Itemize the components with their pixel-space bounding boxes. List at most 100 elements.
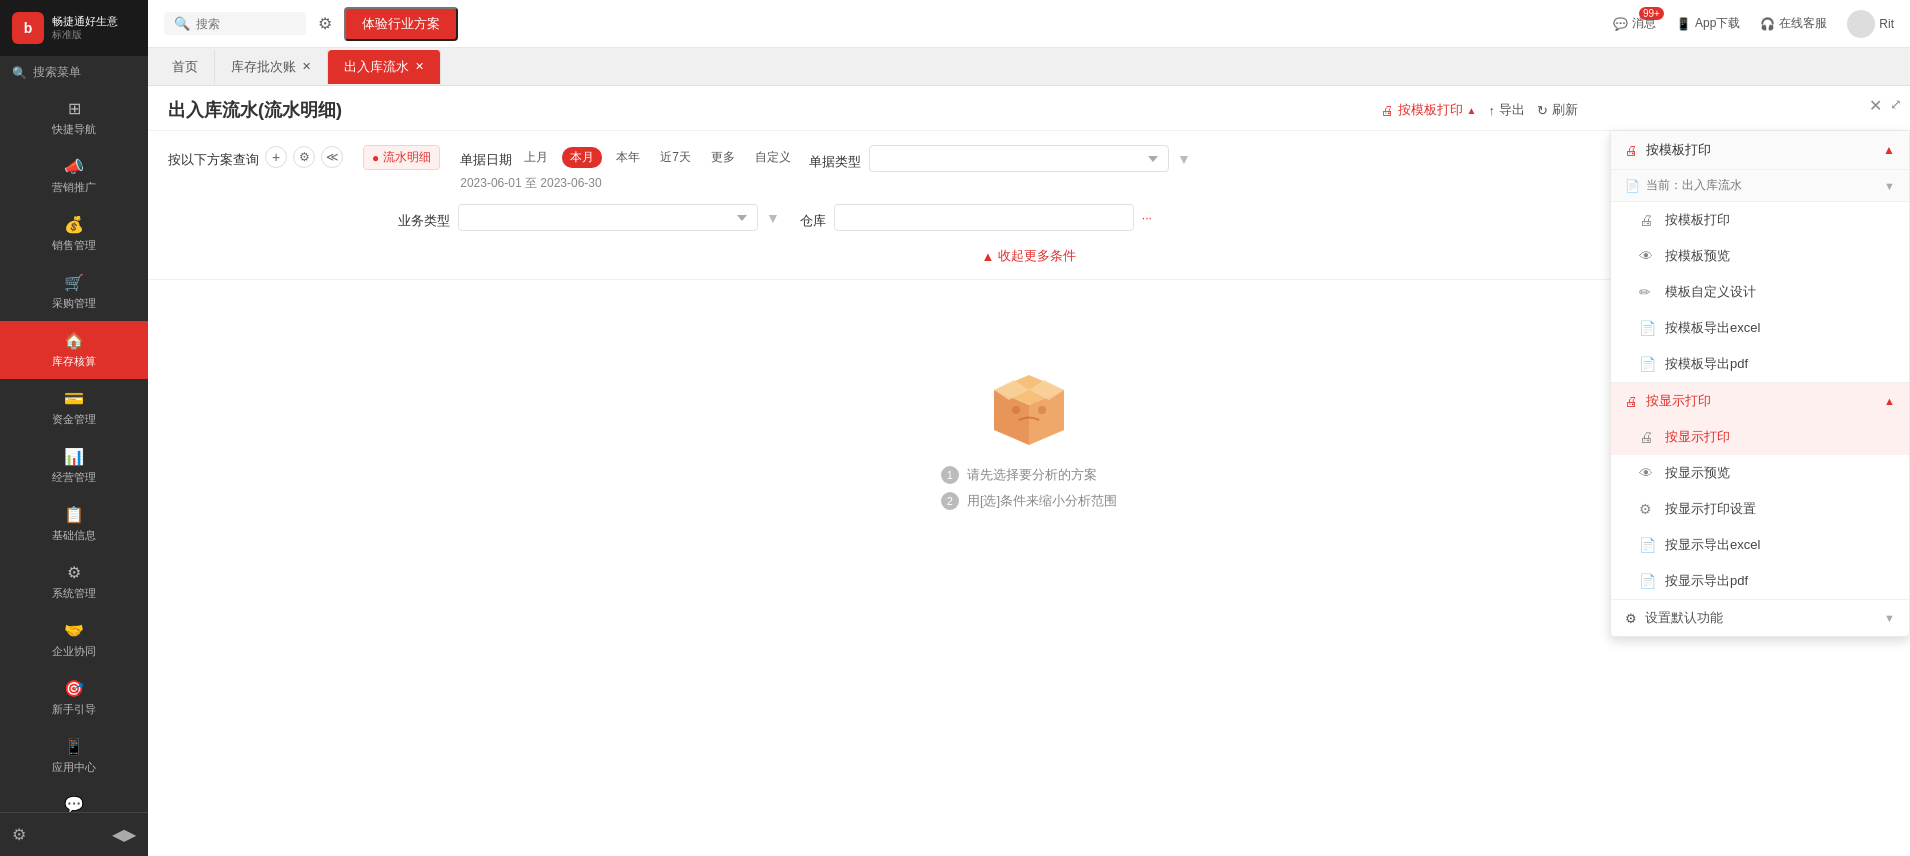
- svg-point-5: [1012, 406, 1020, 414]
- tab-inventory-batch[interactable]: 库存批次账 ✕: [215, 50, 328, 84]
- phone-icon: 📱: [1676, 17, 1691, 31]
- headset-icon: 🎧: [1760, 17, 1775, 31]
- display-preview-label: 按显示预览: [1665, 464, 1730, 482]
- footer-settings-icon: ⚙: [1625, 611, 1637, 626]
- app-download-label: App下载: [1695, 15, 1740, 32]
- sidebar-item-wechat[interactable]: 💬 企业微信: [0, 785, 148, 812]
- window-expand-icon[interactable]: ⤢: [1890, 96, 1902, 115]
- search-input[interactable]: [196, 17, 296, 31]
- date-tab-custom[interactable]: 自定义: [749, 147, 797, 168]
- current-section-icon: 📄: [1625, 179, 1640, 193]
- sidebar-item-purchase[interactable]: 🛒 采购管理: [0, 263, 148, 321]
- display-export-pdf-label: 按显示导出pdf: [1665, 572, 1748, 590]
- sidebar-item-inventory[interactable]: 🏠 库存核算: [0, 321, 148, 379]
- tab-home[interactable]: 首页: [156, 50, 215, 84]
- bill-type-more-icon[interactable]: ▼: [1177, 151, 1191, 167]
- sidebar-item-app-center[interactable]: 📱 应用中心: [0, 727, 148, 785]
- trial-button[interactable]: 体验行业方案: [344, 7, 458, 41]
- sidebar-item-guide[interactable]: 🎯 新手引导: [0, 669, 148, 727]
- warehouse-input[interactable]: [834, 204, 1134, 231]
- search-menu-item[interactable]: 🔍 搜索菜单: [0, 56, 148, 89]
- filter-settings-button[interactable]: ⚙: [293, 146, 315, 168]
- date-range: 2023-06-01 至 2023-06-30: [460, 175, 797, 192]
- sidebar-item-basic[interactable]: 📋 基础信息: [0, 495, 148, 553]
- biz-type-dropdown-icon: ▼: [766, 210, 780, 226]
- bill-type-filter: 单据类型 ▼: [809, 145, 1191, 172]
- top-header: 🔍 ⚙ 体验行业方案 💬 消息 99+ 📱 App下载 🎧 在线客服 Rit: [148, 0, 1910, 48]
- template-print-button[interactable]: 🖨 按模板打印 ▲: [1381, 101, 1477, 119]
- refresh-button[interactable]: ↻ 刷新: [1537, 101, 1578, 119]
- filter-collapse-button[interactable]: ≪: [321, 146, 343, 168]
- display-export-excel-label: 按显示导出excel: [1665, 536, 1760, 554]
- biz-type-select[interactable]: [458, 204, 758, 231]
- refresh-label: 刷新: [1552, 101, 1578, 119]
- header-search-bar[interactable]: 🔍: [164, 12, 306, 35]
- dropdown-display-section[interactable]: 🖨 按显示打印 ▲: [1611, 383, 1909, 419]
- sales-icon: 💰: [64, 215, 84, 234]
- dropdown-chevron-up-icon[interactable]: ▲: [1883, 143, 1895, 157]
- dropdown-item-display-print[interactable]: 🖨 按显示打印: [1611, 419, 1909, 455]
- dropdown-item-template-preview[interactable]: 👁 按模板预览: [1611, 238, 1909, 274]
- sidebar-item-finance[interactable]: 💳 资金管理: [0, 379, 148, 437]
- sidebar-item-system[interactable]: ⚙ 系统管理: [0, 553, 148, 611]
- tag-icon: ●: [372, 151, 379, 165]
- dropdown-item-display-preview[interactable]: 👁 按显示预览: [1611, 455, 1909, 491]
- dropdown-item-display-export-excel[interactable]: 📄 按显示导出excel: [1611, 527, 1909, 563]
- sidebar-item-operation[interactable]: 📊 经营管理: [0, 437, 148, 495]
- message-button[interactable]: 💬 消息 99+: [1613, 15, 1656, 32]
- dropdown-item-display-export-pdf[interactable]: 📄 按显示导出pdf: [1611, 563, 1909, 599]
- app-download-button[interactable]: 📱 App下载: [1676, 15, 1740, 32]
- message-icon: 💬: [1613, 17, 1628, 31]
- dropdown-footer-settings[interactable]: ⚙ 设置默认功能 ▼: [1611, 599, 1909, 636]
- dropdown-item-template-print[interactable]: 🖨 按模板打印: [1611, 202, 1909, 238]
- display-section-chevron-up: ▲: [1884, 395, 1895, 407]
- tip-1-text: 请先选择要分析的方案: [967, 466, 1097, 484]
- online-service-button[interactable]: 🎧 在线客服: [1760, 15, 1827, 32]
- collapse-filter-button[interactable]: ▲ 收起更多条件: [982, 247, 1077, 265]
- sidebar-item-quick-nav[interactable]: ⊞ 快捷导航: [0, 89, 148, 147]
- user-avatar-button[interactable]: Rit: [1847, 10, 1894, 38]
- filter-add-button[interactable]: +: [265, 146, 287, 168]
- sidebar-item-marketing[interactable]: 📣 营销推广: [0, 147, 148, 205]
- message-badge: 99+: [1639, 7, 1664, 20]
- collapse-sidebar-icon[interactable]: ◀▶: [112, 825, 136, 844]
- settings-gear-icon[interactable]: ⚙: [12, 825, 26, 844]
- sidebar-item-corp[interactable]: 🤝 企业协同: [0, 611, 148, 669]
- date-tab-this-month[interactable]: 本月: [562, 147, 602, 168]
- date-label: 单据日期: [460, 145, 512, 169]
- dropdown-item-template-export-excel[interactable]: 📄 按模板导出excel: [1611, 310, 1909, 346]
- in-out-flow-label: 出入库流水: [344, 58, 409, 76]
- display-pdf-icon: 📄: [1639, 573, 1655, 589]
- quick-nav-label: 快捷导航: [52, 122, 96, 137]
- tab-in-out-flow-close[interactable]: ✕: [415, 60, 424, 73]
- dropdown-item-template-export-pdf[interactable]: 📄 按模板导出pdf: [1611, 346, 1909, 382]
- warehouse-filter: 仓库 ···: [800, 204, 1152, 231]
- sidebar-bottom: ⚙ ◀▶: [0, 812, 148, 856]
- export-label: 导出: [1499, 101, 1525, 119]
- window-close-icon[interactable]: ✕: [1869, 96, 1882, 115]
- inventory-icon: 🏠: [64, 331, 84, 350]
- dropdown-item-display-print-settings[interactable]: ⚙ 按显示打印设置: [1611, 491, 1909, 527]
- template-print-icon: 🖨: [1639, 212, 1655, 228]
- sidebar-item-sales[interactable]: 💰 销售管理: [0, 205, 148, 263]
- search-icon: 🔍: [12, 66, 27, 80]
- gear-icon[interactable]: ⚙: [318, 14, 332, 33]
- dropdown-item-template-custom[interactable]: ✏ 模板自定义设计: [1611, 274, 1909, 310]
- date-tab-more[interactable]: 更多: [705, 147, 741, 168]
- home-tab-label: 首页: [172, 58, 198, 76]
- date-tabs: 上月 本月 本年 近7天 更多 自定义: [518, 147, 797, 168]
- filter-tag-flow[interactable]: ● 流水明细: [363, 145, 440, 170]
- warehouse-label: 仓库: [800, 206, 826, 230]
- page-area: 出入库流水(流水明细) 🖨 按模板打印 ▲ ↑ 导出 ↻ 刷新: [148, 86, 1910, 856]
- dropdown-header: 🖨 按模板打印 ▲: [1611, 131, 1909, 170]
- window-controls: ✕ ⤢: [1869, 96, 1902, 115]
- date-tab-last7[interactable]: 近7天: [654, 147, 697, 168]
- template-custom-label: 模板自定义设计: [1665, 283, 1756, 301]
- warehouse-more-button[interactable]: ···: [1142, 211, 1152, 225]
- export-button[interactable]: ↑ 导出: [1489, 101, 1526, 119]
- date-tab-this-year[interactable]: 本年: [610, 147, 646, 168]
- tab-inventory-batch-close[interactable]: ✕: [302, 60, 311, 73]
- bill-type-select[interactable]: [869, 145, 1169, 172]
- tab-in-out-flow[interactable]: 出入库流水 ✕: [328, 50, 441, 84]
- date-tab-last-month[interactable]: 上月: [518, 147, 554, 168]
